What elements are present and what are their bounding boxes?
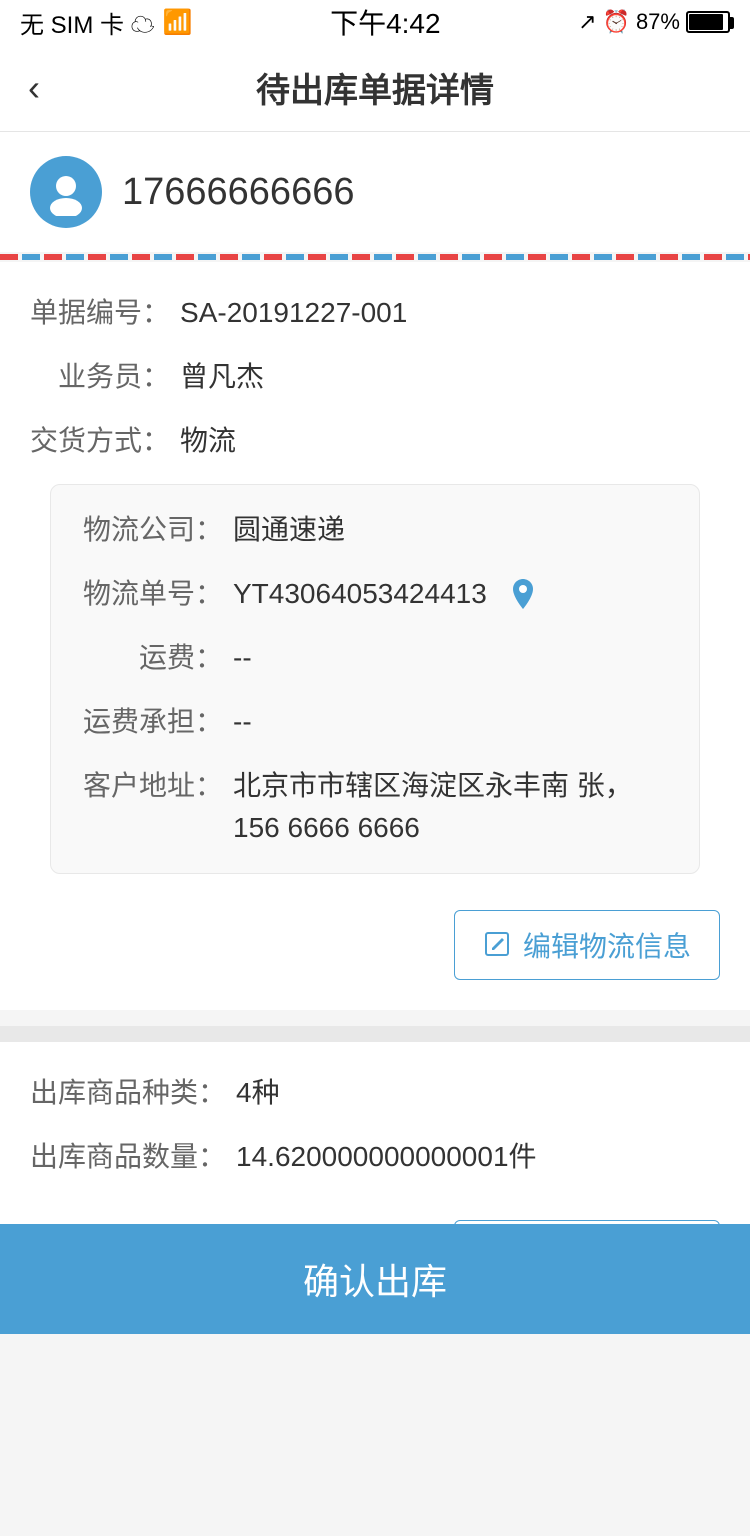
freight-row: 运费： --: [75, 637, 675, 679]
salesman-value: 曾凡杰: [180, 356, 720, 398]
goods-quantity-row: 出库商品数量： 14.620000000000001件: [30, 1136, 720, 1178]
status-bar: 无 SIM 卡 ☁ 📶 下午4:42 ↗ ⏰ 87%: [0, 0, 750, 44]
freight-label: 运费：: [75, 637, 223, 679]
logistics-company-value: 圆通速递: [233, 509, 675, 551]
goods-quantity-label: 出库商品数量：: [30, 1136, 226, 1178]
delivery-label: 交货方式：: [30, 420, 170, 462]
address-text: 北京市市辖区海淀区永丰南 张，156 6666 6666: [233, 765, 675, 849]
battery-icon: [686, 11, 730, 33]
status-right: ↗ ⏰ 87%: [578, 9, 730, 35]
sim-label: 无 SIM 卡 ☁: [20, 5, 155, 40]
goods-quantity-value: 14.620000000000001件: [236, 1136, 720, 1178]
goods-types-label: 出库商品种类：: [30, 1072, 226, 1114]
logistics-tracking-row: 物流单号： YT43064053424413: [75, 573, 675, 615]
confirm-outbound-button[interactable]: 确认出库: [0, 1224, 750, 1334]
edit-btn-label: 编辑物流信息: [523, 925, 691, 965]
location-service-icon: ↗: [578, 9, 596, 35]
user-phone: 17666666666: [122, 171, 354, 214]
edit-btn-container: 编辑物流信息: [30, 890, 720, 980]
goods-types-row: 出库商品种类： 4种: [30, 1072, 720, 1114]
order-number-label: 单据编号：: [30, 292, 170, 334]
edit-logistics-button[interactable]: 编辑物流信息: [454, 910, 720, 980]
alarm-icon: ⏰: [603, 9, 630, 35]
salesman-label: 业务员：: [30, 356, 170, 398]
page-title: 待出库单据详情: [256, 63, 494, 112]
logistics-company-label: 物流公司：: [75, 509, 223, 551]
order-info-section: 单据编号： SA-20191227-001 业务员： 曾凡杰 交货方式： 物流 …: [0, 262, 750, 1010]
logistics-company-row: 物流公司： 圆通速递: [75, 509, 675, 551]
delivery-value: 物流: [180, 420, 720, 462]
order-number-value: SA-20191227-001: [180, 292, 720, 334]
edit-icon: [483, 930, 513, 960]
wifi-icon: 📶: [163, 8, 193, 37]
tracking-number: YT43064053424413: [233, 573, 487, 615]
address-label: 客户地址：: [75, 765, 223, 807]
goods-types-value: 4种: [236, 1072, 720, 1114]
avatar: [30, 156, 102, 228]
status-time: 下午4:42: [330, 2, 441, 42]
dashed-divider: [0, 254, 750, 260]
nav-bar: ‹ 待出库单据详情: [0, 44, 750, 132]
logistics-tracking-value: YT43064053424413: [233, 573, 675, 615]
freight-bearer-label: 运费承担：: [75, 701, 223, 743]
logistics-card: 物流公司： 圆通速递 物流单号： YT43064053424413 运费： --…: [50, 484, 700, 874]
map-pin-icon[interactable]: [503, 574, 543, 614]
freight-value: --: [233, 637, 675, 679]
logistics-tracking-label: 物流单号：: [75, 573, 223, 615]
confirm-btn-label: 确认出库: [303, 1253, 447, 1305]
status-left: 无 SIM 卡 ☁ 📶: [20, 5, 193, 40]
address-value: 北京市市辖区海淀区永丰南 张，156 6666 6666: [233, 765, 675, 849]
battery-label: 87%: [636, 9, 680, 35]
section-separator: [0, 1026, 750, 1042]
address-row: 客户地址： 北京市市辖区海淀区永丰南 张，156 6666 6666: [75, 765, 675, 849]
freight-bearer-value: --: [233, 701, 675, 743]
bottom-spacer: [0, 1336, 750, 1536]
delivery-row: 交货方式： 物流: [30, 420, 720, 462]
order-number-row: 单据编号： SA-20191227-001: [30, 292, 720, 334]
freight-bearer-row: 运费承担： --: [75, 701, 675, 743]
salesman-row: 业务员： 曾凡杰: [30, 356, 720, 398]
back-button[interactable]: ‹: [28, 67, 40, 109]
user-header: 17666666666: [0, 132, 750, 252]
